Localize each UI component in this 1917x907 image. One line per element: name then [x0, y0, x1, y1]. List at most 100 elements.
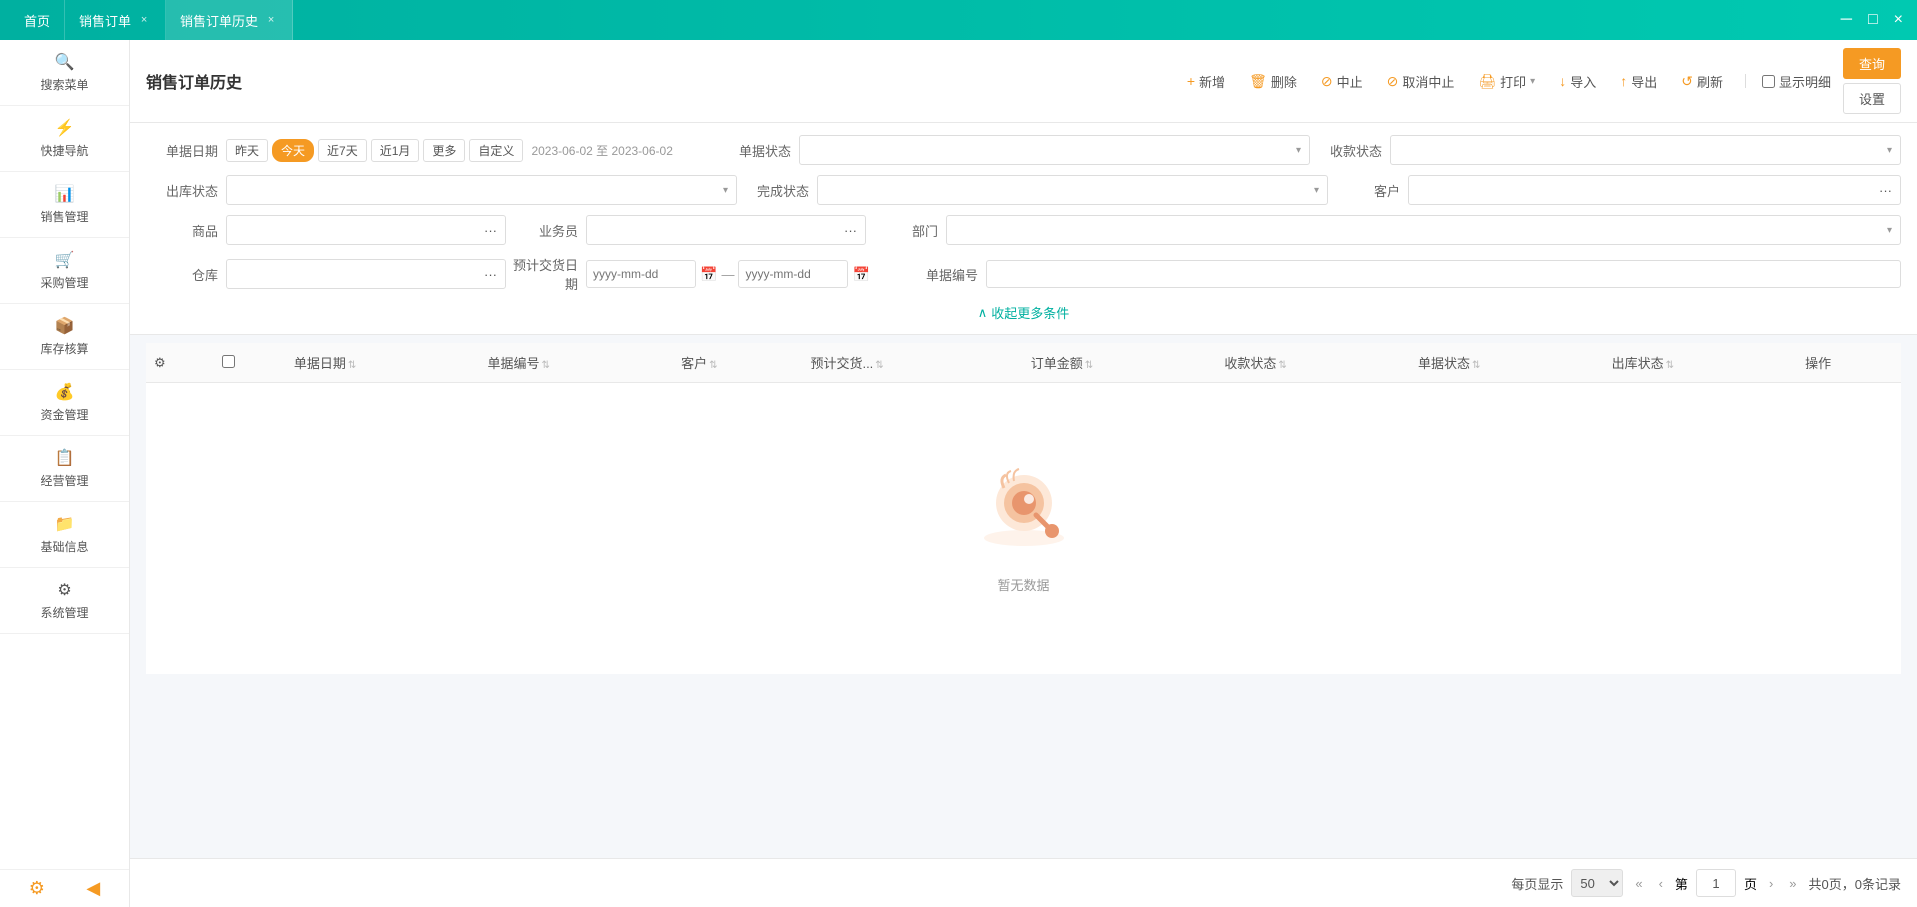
display-toggle-checkbox[interactable] [1762, 75, 1775, 88]
page-label: 第 [1675, 874, 1688, 893]
last-page-btn[interactable]: » [1785, 874, 1800, 893]
col-header-customer[interactable]: 客户⇅ [673, 343, 802, 383]
maximize-btn[interactable]: □ [1864, 7, 1882, 33]
filter-order-num[interactable] [986, 260, 1901, 288]
sidebar-label-system-mgmt: 系统管理 [40, 604, 88, 621]
sidebar-label-basic-info: 基础信息 [40, 538, 88, 555]
sort-icon-payment-status: ⇅ [1278, 360, 1286, 371]
delivery-date-from[interactable] [586, 260, 696, 288]
col-header-amount[interactable]: 订单金额⇅ [1023, 343, 1217, 383]
empty-icon [964, 463, 1084, 563]
table-header: ⚙ 单据日期⇅单据编号⇅客户⇅预计交货...⇅订单金额⇅收款状态⇅单据状态⇅出库状… [146, 343, 1901, 383]
sidebar-item-inventory[interactable]: 📦 库存核算 [0, 304, 129, 370]
sidebar-item-basic-info[interactable]: 📁 基础信息 [0, 502, 129, 568]
close-window-btn[interactable]: × [1890, 7, 1907, 33]
sidebar-label-search-menu: 搜索菜单 [40, 76, 88, 93]
filter-row-4: 仓库 ··· 预计交货日期 📅 — 📅 单据编号 [146, 255, 1901, 293]
first-page-btn[interactable]: « [1631, 874, 1646, 893]
page-size-select[interactable]: 102050100 [1571, 869, 1623, 897]
toolbar-btn-label-stop: 中止 [1337, 72, 1363, 91]
sidebar-item-search-menu[interactable]: 🔍 搜索菜单 [0, 40, 129, 106]
toolbar-btn-delete[interactable]: 🗑 删除 [1243, 68, 1303, 95]
toolbar-icon-delete: 🗑 [1249, 73, 1267, 90]
query-button[interactable]: 查询 [1843, 48, 1901, 79]
toolbar-divider [1745, 74, 1746, 88]
sort-icon-date: ⇅ [348, 360, 356, 371]
toolbar-btn-label-print: 打印 [1500, 72, 1526, 91]
sidebar-collapse-btn[interactable]: ◀ [86, 878, 100, 899]
date-btn-自定义[interactable]: 自定义 [469, 139, 523, 162]
filter-label-warehouse: 仓库 [146, 265, 226, 284]
filter-warehouse[interactable]: ··· [226, 259, 506, 289]
date-btn-更多[interactable]: 更多 [423, 139, 465, 162]
sidebar-icon-quick-nav: ⚡ [55, 118, 75, 138]
col-header-delivery-date[interactable]: 预计交货...⇅ [802, 343, 1022, 383]
sidebar-label-funds-mgmt: 资金管理 [40, 406, 88, 423]
toolbar-icon-import: ↓ [1559, 73, 1566, 89]
col-header-number[interactable]: 单据编号⇅ [479, 343, 673, 383]
tab-close-sales-order[interactable]: × [137, 13, 151, 27]
sidebar-item-operations-mgmt[interactable]: 📋 经营管理 [0, 436, 129, 502]
filter-customer-control: ··· [1408, 175, 1901, 205]
col-header-date[interactable]: 单据日期⇅ [286, 343, 480, 383]
calendar-icon-from[interactable]: 📅 [700, 266, 717, 283]
filter-label-bill-status: 单据状态 [719, 141, 799, 160]
col-header-settings: ⚙ [146, 343, 214, 383]
content-area: 销售订单历史 + 新增 🗑 删除 ⊘ 中止 ⊘ 取消中止 🖨 打印 ↓ 导入 ↑… [130, 40, 1917, 907]
prev-page-btn[interactable]: ‹ [1655, 874, 1667, 893]
settings-button[interactable]: 设置 [1843, 83, 1901, 114]
tab-sales-order[interactable]: 销售订单× [65, 0, 166, 40]
sidebar-icon-inventory: 📦 [55, 316, 75, 336]
toolbar-icon-export: ↑ [1620, 73, 1627, 89]
filter-payment-status[interactable]: ▾ [1390, 135, 1901, 165]
sidebar-item-funds-mgmt[interactable]: 💰 资金管理 [0, 370, 129, 436]
page-size-label: 每页显示 [1511, 874, 1563, 893]
filter-customer[interactable]: ··· [1408, 175, 1901, 205]
date-btn-昨天[interactable]: 昨天 [226, 139, 268, 162]
page-num-input[interactable] [1696, 869, 1736, 897]
toolbar-btn-export[interactable]: ↑ 导出 [1614, 68, 1663, 95]
next-page-btn[interactable]: › [1765, 874, 1777, 893]
filter-out-status[interactable]: ▾ [226, 175, 737, 205]
collapse-bar[interactable]: ∧ 收起更多条件 [146, 303, 1901, 322]
toolbar: 销售订单历史 + 新增 🗑 删除 ⊘ 中止 ⊘ 取消中止 🖨 打印 ↓ 导入 ↑… [130, 40, 1917, 123]
date-btn-近7天[interactable]: 近7天 [318, 139, 367, 162]
filter-bill-status[interactable]: ▾ [799, 135, 1310, 165]
sidebar-item-quick-nav[interactable]: ⚡ 快捷导航 [0, 106, 129, 172]
toolbar-btn-refresh[interactable]: ↺ 刷新 [1675, 68, 1729, 95]
filter-row-1: 单据日期 昨天今天近7天近1月更多自定义 2023-06-02 至 2023-0… [146, 135, 1901, 165]
col-header-out-status[interactable]: 出库状态⇅ [1604, 343, 1798, 383]
filter-dept[interactable]: ▾ [946, 215, 1901, 245]
tab-sales-history[interactable]: 销售订单历史× [166, 0, 293, 40]
toolbar-btn-import[interactable]: ↓ 导入 [1553, 68, 1602, 95]
toolbar-btn-print[interactable]: 🖨 打印 [1472, 68, 1541, 95]
sidebar-icon-system-mgmt: ⚙ [57, 580, 71, 600]
sidebar-settings-btn[interactable]: ⚙ [29, 878, 45, 899]
col-header-bill-status[interactable]: 单据状态⇅ [1410, 343, 1604, 383]
tab-home[interactable]: 首页 [10, 0, 65, 40]
display-toggle-label: 显示明细 [1779, 72, 1831, 91]
sidebar-item-sales-mgmt[interactable]: 📊 销售管理 [0, 172, 129, 238]
delivery-date-to[interactable] [738, 260, 848, 288]
select-all-checkbox[interactable] [222, 355, 235, 368]
toolbar-btn-stop[interactable]: ⊘ 中止 [1315, 68, 1369, 95]
filter-salesperson[interactable]: ··· [586, 215, 866, 245]
display-toggle[interactable]: 显示明细 [1762, 72, 1831, 91]
toolbar-btn-new[interactable]: + 新增 [1181, 68, 1231, 95]
total-info: 共0页，0条记录 [1809, 874, 1901, 893]
sidebar-label-quick-nav: 快捷导航 [40, 142, 88, 159]
sidebar-item-system-mgmt[interactable]: ⚙ 系统管理 [0, 568, 129, 634]
filter-complete-status[interactable]: ▾ [817, 175, 1328, 205]
tab-close-sales-history[interactable]: × [264, 13, 278, 27]
filter-product[interactable]: ··· [226, 215, 506, 245]
date-btn-今天[interactable]: 今天 [272, 139, 314, 162]
minimize-btn[interactable]: ─ [1837, 7, 1856, 33]
table-area: ⚙ 单据日期⇅单据编号⇅客户⇅预计交货...⇅订单金额⇅收款状态⇅单据状态⇅出库状… [130, 335, 1917, 858]
sidebar-item-purchase-mgmt[interactable]: 🛒 采购管理 [0, 238, 129, 304]
table-settings-icon[interactable]: ⚙ [154, 355, 166, 370]
date-btn-近1月[interactable]: 近1月 [371, 139, 420, 162]
col-header-payment-status[interactable]: 收款状态⇅ [1216, 343, 1410, 383]
toolbar-btn-cancel-stop[interactable]: ⊘ 取消中止 [1381, 68, 1461, 95]
filter-salesperson-control: ··· [586, 215, 866, 245]
calendar-icon-to[interactable]: 📅 [852, 266, 869, 283]
